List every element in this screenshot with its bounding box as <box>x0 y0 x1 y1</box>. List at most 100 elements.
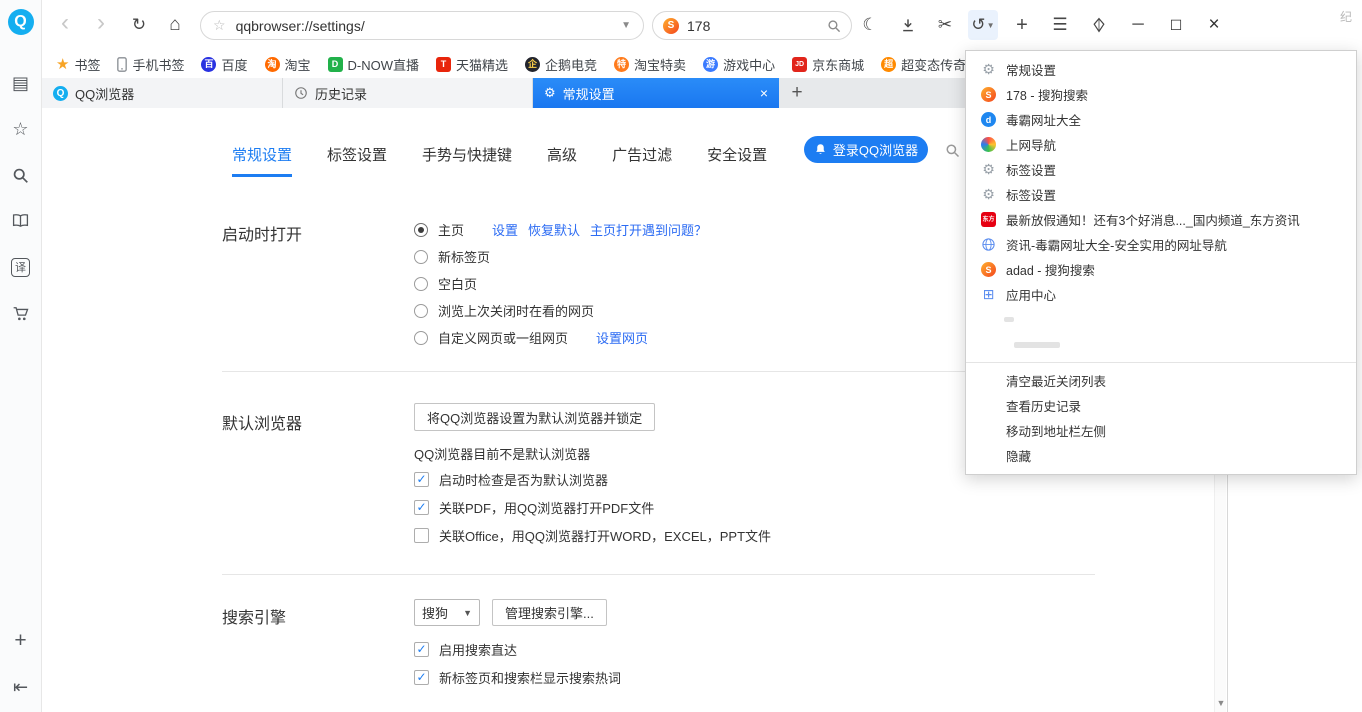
bookmark-item[interactable]: D D-NOW直播 <box>328 55 420 74</box>
check-associate-pdf[interactable]: 关联PDF，用QQ浏览器打开PDF文件 <box>414 499 771 516</box>
login-qq-button[interactable]: 登录QQ浏览器 <box>804 136 928 163</box>
main-menu-icon[interactable]: ☰ <box>1045 10 1075 40</box>
refresh-button[interactable]: ↻ <box>124 10 154 40</box>
tab-close-icon[interactable]: × <box>760 85 768 101</box>
radio-icon[interactable] <box>414 331 428 345</box>
new-tab-button[interactable]: + <box>779 78 815 108</box>
menu-action-view-history[interactable]: 查看历史记录 <box>966 393 1356 418</box>
qq-browser-logo-icon[interactable]: Q <box>8 9 34 35</box>
menu-item[interactable]: S 178 - 搜狗搜索 <box>966 82 1356 107</box>
bookmark-item[interactable]: 百 百度 <box>201 55 247 74</box>
sidebar-add-icon[interactable]: + <box>0 618 42 664</box>
settings-tab-tabs[interactable]: 标签设置 <box>327 144 387 177</box>
download-icon[interactable] <box>893 10 923 40</box>
forward-button[interactable]: › <box>86 8 116 38</box>
check-default-on-startup[interactable]: 启动时检查是否为默认浏览器 <box>414 471 771 488</box>
radio-icon[interactable] <box>414 250 428 264</box>
settings-tab-security[interactable]: 安全设置 <box>707 144 767 177</box>
home-help-link[interactable]: 主页打开遇到问题？ <box>590 220 707 239</box>
undo-recently-closed-button[interactable]: ↺▼ <box>968 10 998 40</box>
startup-option-blank[interactable]: 空白页 <box>414 275 707 292</box>
menu-action-hide[interactable]: 隐藏 <box>966 443 1356 468</box>
menu-item[interactable]: ⚙ 标签设置 <box>966 157 1356 182</box>
settings-search-icon[interactable] <box>945 143 960 163</box>
manage-engines-button[interactable]: 管理搜索引擎... <box>492 599 607 626</box>
sogou-engine-icon[interactable]: S <box>663 18 679 34</box>
check-associate-office[interactable]: 关联Office，用QQ浏览器打开WORD，EXCEL，PPT文件 <box>414 527 771 544</box>
checkbox-checked-icon[interactable] <box>414 472 429 487</box>
bookmark-item[interactable]: 超 超变态传奇 <box>881 55 966 74</box>
kite-adfilter-icon[interactable] <box>1084 10 1114 40</box>
startup-option-home[interactable]: 主页 设置 恢复默认 主页打开遇到问题？ <box>414 221 707 238</box>
favorites-star-icon[interactable]: ☆ <box>0 106 42 152</box>
menu-item[interactable]: 资讯-毒霸网址大全-安全实用的网址导航 <box>966 232 1356 257</box>
back-button[interactable]: ‹ <box>50 8 80 38</box>
set-pages-link[interactable]: 设置网页 <box>596 328 648 347</box>
screenshot-scissors-icon[interactable]: ✂ <box>930 10 960 40</box>
bookmark-item[interactable]: T 天猫精选 <box>436 55 508 74</box>
home-set-link[interactable]: 设置 <box>492 220 518 239</box>
address-bar[interactable]: ☆ qqbrowser://settings/ ▼ <box>200 11 644 40</box>
checkbox-checked-icon[interactable] <box>414 500 429 515</box>
set-default-browser-button[interactable]: 将QQ浏览器设置为默认浏览器并锁定 <box>414 403 655 431</box>
close-button[interactable]: × <box>1199 10 1229 40</box>
bookmark-item[interactable]: 游 游戏中心 <box>703 55 775 74</box>
home-button[interactable]: ⌂ <box>160 10 190 40</box>
startup-option-lastpages[interactable]: 浏览上次关闭时在看的网页 <box>414 302 707 319</box>
bookmarks-menu-button[interactable]: ★ 书签 <box>56 55 100 74</box>
search-box-text[interactable]: 178 <box>687 18 710 34</box>
checkbox-checked-icon[interactable] <box>414 670 429 685</box>
settings-tab-advanced[interactable]: 高级 <box>547 144 577 177</box>
search-box[interactable]: S 178 <box>652 11 852 40</box>
radio-icon[interactable] <box>414 277 428 291</box>
checkbox-unchecked-icon[interactable] <box>414 528 429 543</box>
bookmark-star-icon[interactable]: ☆ <box>213 17 226 34</box>
menu-item[interactable]: ⊞ 应用中心 <box>966 282 1356 307</box>
translate-icon[interactable]: 译 <box>0 244 42 290</box>
menu-item[interactable]: ⚙ 常规设置 <box>966 57 1356 82</box>
reading-book-icon[interactable] <box>0 198 42 244</box>
menu-item[interactable]: S adad - 搜狗搜索 <box>966 257 1356 282</box>
night-mode-moon-icon[interactable]: ☾ <box>855 10 885 40</box>
menu-item[interactable]: d 毒霸网址大全 <box>966 107 1356 132</box>
scroll-down-arrow-icon[interactable]: ▼ <box>1215 696 1227 710</box>
bookmark-item[interactable]: 特 淘宝特卖 <box>614 55 686 74</box>
check-search-direct[interactable]: 启用搜索直达 <box>414 641 621 658</box>
engine-select[interactable]: 搜狗 ▼ <box>414 599 480 626</box>
startup-option-custom[interactable]: 自定义网页或一组网页 设置网页 <box>414 329 707 346</box>
bookmark-item[interactable]: 企 企鹅电竞 <box>525 55 597 74</box>
maximize-button[interactable]: ☐ <box>1161 10 1191 40</box>
url-text[interactable]: qqbrowser://settings/ <box>236 18 365 34</box>
menu-action-clear-list[interactable]: 清空最近关闭列表 <box>966 368 1356 393</box>
tab-settings-active[interactable]: ⚙ 常规设置 × <box>533 78 779 108</box>
checkbox-checked-icon[interactable] <box>414 642 429 657</box>
bookmark-item[interactable]: 淘 淘宝 <box>265 55 311 74</box>
radio-selected-icon[interactable] <box>414 223 428 237</box>
new-tab-plus-icon[interactable]: + <box>1007 10 1037 40</box>
settings-tab-gestures[interactable]: 手势与快捷键 <box>422 144 512 177</box>
address-dropdown-chevron-icon[interactable]: ▼ <box>621 20 631 31</box>
tab-history[interactable]: 历史记录 <box>283 78 533 108</box>
tab-qq-browser[interactable]: Q QQ浏览器 <box>42 78 283 108</box>
radio-icon[interactable] <box>414 304 428 318</box>
home-restore-link[interactable]: 恢复默认 <box>528 220 580 239</box>
menu-item-unreadable[interactable] <box>966 307 1356 332</box>
menu-item-unreadable[interactable] <box>966 332 1356 357</box>
search-magnifier-icon[interactable] <box>827 19 841 33</box>
panel-icon[interactable]: ▤ <box>0 60 42 106</box>
minimize-button[interactable]: ─ <box>1123 10 1153 40</box>
menu-item[interactable]: ⚙ 标签设置 <box>966 182 1356 207</box>
startup-option-newtab[interactable]: 新标签页 <box>414 248 707 265</box>
settings-tab-general[interactable]: 常规设置 <box>232 144 292 177</box>
bookmark-label: 超变态传奇 <box>901 55 966 74</box>
sidebar-collapse-icon[interactable]: ⇤ <box>0 664 42 710</box>
menu-item[interactable]: 上网导航 <box>966 132 1356 157</box>
menu-action-move-left[interactable]: 移动到地址栏左侧 <box>966 418 1356 443</box>
settings-tab-adfilter[interactable]: 广告过滤 <box>612 144 672 177</box>
cart-icon[interactable] <box>0 290 42 336</box>
bookmark-item[interactable]: 手机书签 <box>117 55 184 74</box>
bookmark-item[interactable]: JD 京东商城 <box>792 55 864 74</box>
check-hot-words[interactable]: 新标签页和搜索栏显示搜索热词 <box>414 669 621 686</box>
menu-item[interactable]: 东方 最新放假通知！还有3个好消息..._国内频道_东方资讯 <box>966 207 1356 232</box>
search-icon[interactable] <box>0 152 42 198</box>
